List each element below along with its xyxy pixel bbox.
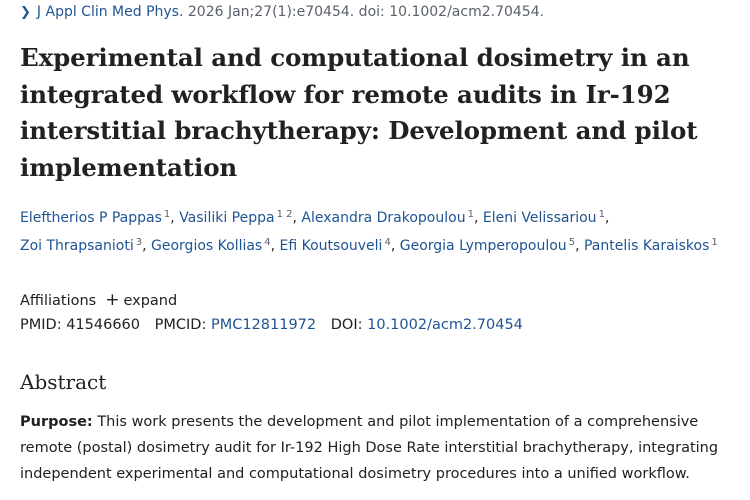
- author-link[interactable]: Zoi Thrapsanioti: [20, 238, 134, 254]
- pmid-label: PMID:: [20, 317, 62, 333]
- author-affiliation-ref[interactable]: 1: [468, 209, 474, 220]
- doi-label: DOI:: [330, 317, 363, 333]
- author-link[interactable]: Georgios Kollias: [151, 238, 262, 254]
- author-link[interactable]: Vasiliki Peppa: [179, 210, 274, 226]
- chevron-right-icon[interactable]: ❯: [20, 5, 31, 20]
- pmid-value: 41546660: [66, 317, 141, 333]
- author-affiliation-ref[interactable]: 1: [711, 237, 717, 248]
- author-item: Zoi Thrapsanioti 3: [20, 237, 142, 254]
- affiliations-label: Affiliations: [20, 293, 97, 309]
- article-title: Experimental and computational dosimetry…: [20, 43, 698, 182]
- pmcid-link[interactable]: PMC12811972: [211, 317, 316, 333]
- purpose-text: This work presents the development and p…: [20, 414, 719, 482]
- article-identifiers: PMID: 41546660 PMCID: PMC12811972 DOI: 1…: [20, 317, 523, 333]
- affiliations-toggle[interactable]: Affiliations + expand: [20, 290, 177, 310]
- abstract-purpose-paragraph: Purpose: This work presents the developm…: [20, 409, 732, 487]
- author-item: Pantelis Karaiskos 1: [584, 237, 718, 254]
- author-item: Georgia Lymperopoulou 5: [400, 237, 575, 254]
- author-affiliation-ref[interactable]: 4: [264, 237, 270, 248]
- author-item: Eleftherios P Pappas 1: [20, 209, 170, 226]
- author-link[interactable]: Pantelis Karaiskos: [584, 238, 709, 254]
- author-affiliation-ref[interactable]: 4: [384, 237, 390, 248]
- author-affiliation-ref[interactable]: 3: [136, 237, 142, 248]
- expand-button[interactable]: expand: [123, 293, 177, 309]
- author-affiliation-ref[interactable]: 1: [164, 209, 170, 220]
- author-item: Alexandra Drakopoulou 1: [301, 209, 474, 226]
- citation-details: 2026 Jan;27(1):e70454. doi: 10.1002/acm2…: [187, 4, 545, 20]
- author-link[interactable]: Alexandra Drakopoulou: [301, 210, 465, 226]
- author-item: Vasiliki Peppa 1 2: [179, 209, 293, 226]
- author-link[interactable]: Georgia Lymperopoulou: [400, 238, 567, 254]
- abstract-body: Purpose: This work presents the developm…: [20, 409, 732, 497]
- author-link[interactable]: Eleni Velissariou: [483, 210, 597, 226]
- author-item: Efi Koutsouveli 4: [280, 237, 391, 254]
- plus-icon[interactable]: +: [105, 290, 119, 310]
- author-affiliation-ref[interactable]: 1 2: [277, 209, 293, 220]
- author-item: Georgios Kollias 4: [151, 237, 271, 254]
- author-affiliation-ref[interactable]: 1: [599, 209, 605, 220]
- journal-link[interactable]: J Appl Clin Med Phys.: [37, 4, 184, 20]
- abstract-heading: Abstract: [20, 370, 107, 394]
- doi-link[interactable]: 10.1002/acm2.70454: [367, 317, 523, 333]
- author-item: Eleni Velissariou 1: [483, 209, 605, 226]
- author-link[interactable]: Eleftherios P Pappas: [20, 210, 162, 226]
- purpose-label: Purpose:: [20, 414, 93, 430]
- citation-line: ❯ J Appl Clin Med Phys. 2026 Jan;27(1):e7…: [20, 4, 544, 20]
- author-link[interactable]: Efi Koutsouveli: [280, 238, 383, 254]
- author-list: Eleftherios P Pappas 1, Vasiliki Peppa 1 2…: [20, 209, 718, 254]
- author-affiliation-ref[interactable]: 5: [569, 237, 575, 248]
- pmcid-label: PMCID:: [154, 317, 207, 333]
